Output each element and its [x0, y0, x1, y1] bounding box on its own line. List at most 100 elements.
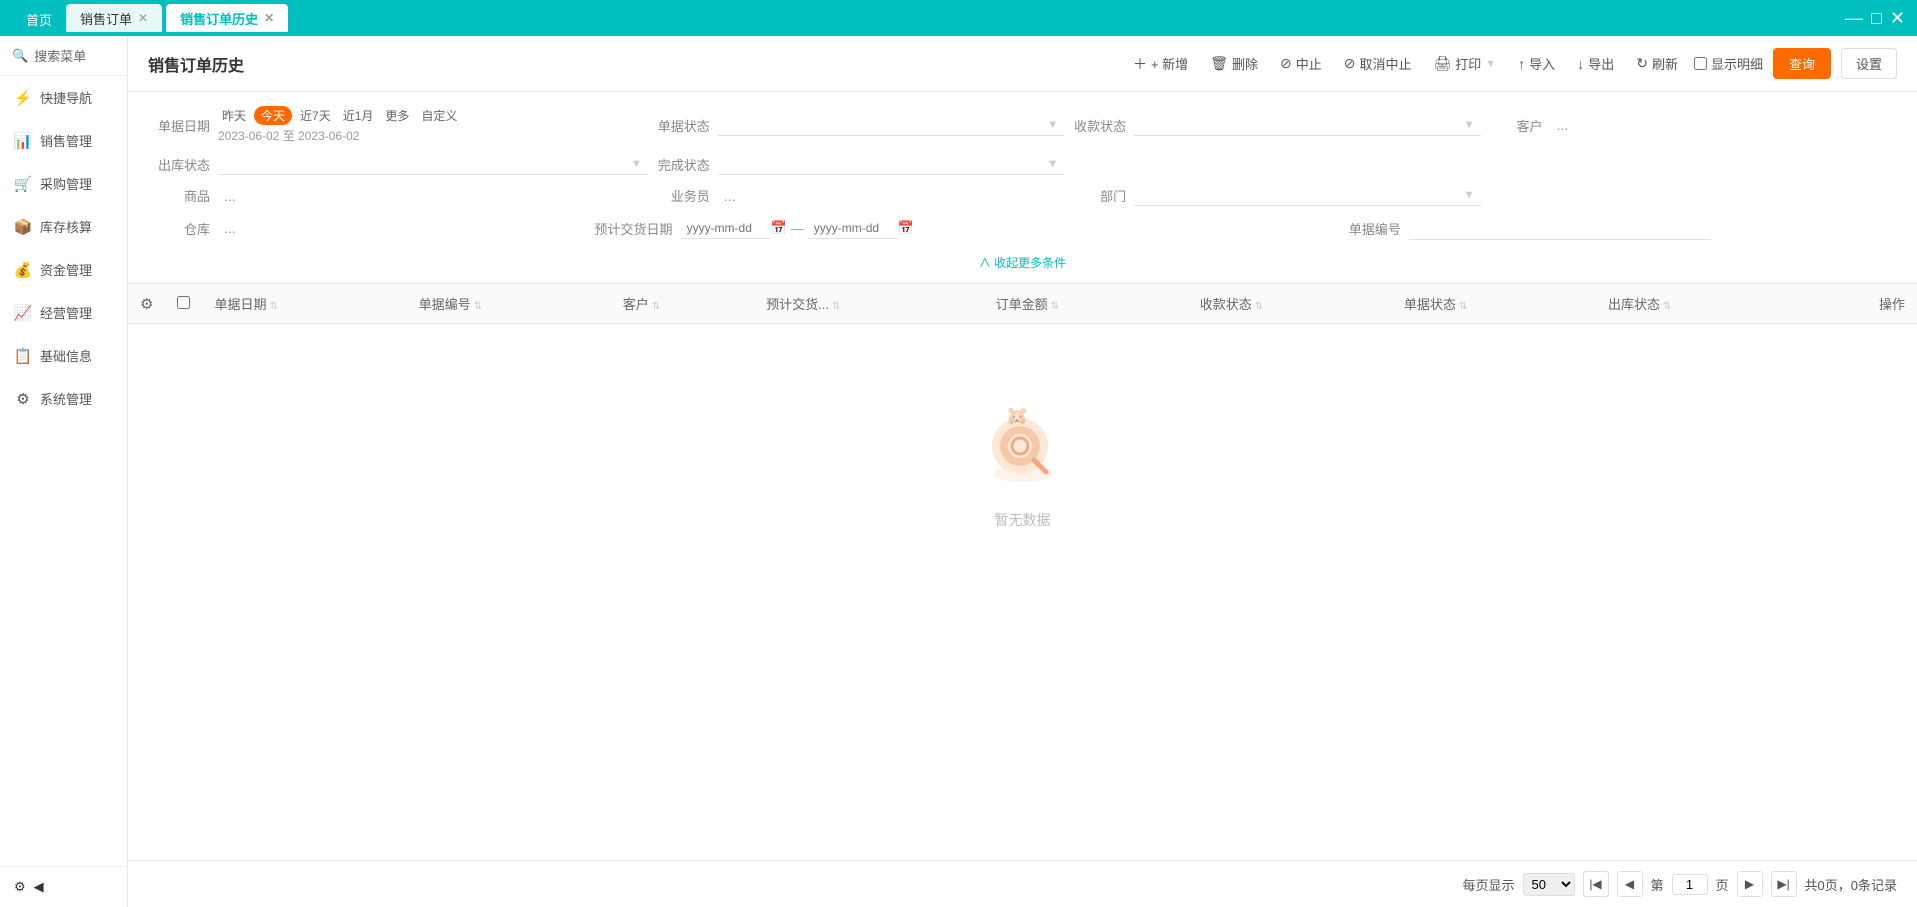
close-icon[interactable]: ✕: [1890, 8, 1905, 29]
prev-page-button[interactable]: ◀: [1617, 871, 1643, 897]
per-page-select[interactable]: 50 10 20 100: [1523, 873, 1575, 896]
bill-status-arrow-icon: ▼: [1047, 119, 1058, 131]
sidebar-item-inventory[interactable]: 📦 库存核算: [0, 205, 127, 248]
sidebar-item-quick-nav[interactable]: ⚡ 快捷导航: [0, 76, 127, 119]
date-7days[interactable]: 近7天: [296, 106, 335, 125]
filter-collapse-button[interactable]: ∧ 收起更多条件: [148, 250, 1897, 275]
warehouse-label: 仓库: [148, 219, 218, 238]
finance-icon: 💰: [14, 261, 32, 279]
new-button[interactable]: ＋ + 新增: [1127, 50, 1194, 78]
sidebar-item-basic[interactable]: 📋 基础信息: [0, 334, 127, 377]
page-input[interactable]: [1672, 874, 1708, 895]
date-custom[interactable]: 自定义: [417, 106, 461, 125]
order-no-input[interactable]: [1409, 216, 1711, 240]
display-detail-checkbox-label[interactable]: 显示明细: [1694, 54, 1763, 73]
sort-date-icon: ⇅: [269, 301, 277, 312]
th-customer[interactable]: 客户⇅: [611, 284, 754, 324]
query-button[interactable]: 查询: [1773, 48, 1831, 79]
filter-order-no: 单据编号: [1339, 216, 1711, 240]
payment-status-select[interactable]: ▼: [1134, 115, 1480, 136]
filter-date: 单据日期 昨天 今天 近7天 近1月 更多 自定义 2023-06-02 至 2…: [148, 106, 648, 144]
inventory-icon: 📦: [14, 218, 32, 236]
th-delivery[interactable]: 预计交货...⇅: [754, 284, 983, 324]
th-no[interactable]: 单据编号⇅: [407, 284, 611, 324]
dept-arrow-icon: ▼: [1464, 189, 1475, 201]
product-dots-button[interactable]: ...: [218, 188, 242, 204]
filter-row-3: 商品 ... 业务员 ... 部门 ▼: [148, 185, 1897, 206]
date-dash: —: [791, 221, 804, 236]
setting-button[interactable]: 设置: [1841, 48, 1897, 79]
salesman-dots-button[interactable]: ...: [718, 188, 742, 204]
print-dropdown-icon[interactable]: ▼: [1485, 58, 1496, 70]
th-checkbox[interactable]: [165, 284, 202, 324]
window-controls: — □ ✕: [1845, 8, 1905, 29]
display-detail-checkbox[interactable]: [1694, 57, 1707, 70]
delete-button[interactable]: 🗑 删除: [1204, 50, 1264, 77]
print-button[interactable]: 🖨 打印 ▼: [1427, 50, 1502, 77]
sort-payment-icon: ⇅: [1255, 301, 1263, 312]
last-page-button[interactable]: ▶|: [1771, 871, 1797, 897]
bill-status-select[interactable]: ▼: [718, 115, 1064, 136]
th-date[interactable]: 单据日期⇅: [202, 284, 406, 324]
filter-out-stock: 出库状态 ▼: [148, 154, 648, 175]
filter-row-1: 单据日期 昨天 今天 近7天 近1月 更多 自定义 2023-06-02 至 2…: [148, 106, 1897, 144]
close-tab-sales-order-history[interactable]: ✕: [264, 11, 274, 25]
delivery-end-input[interactable]: [808, 218, 898, 239]
sidebar-item-operation[interactable]: 📈 经营管理: [0, 291, 127, 334]
pagination: 每页显示 50 10 20 100 |◀ ◀ 第 页 ▶ ▶| 共0页，0条记录: [128, 860, 1917, 907]
cancel-stop-button[interactable]: ⊘ 取消中止: [1338, 50, 1418, 77]
settings-bottom-icon[interactable]: ⚙: [14, 879, 26, 895]
delivery-start-input[interactable]: [681, 218, 771, 239]
select-all-checkbox[interactable]: [177, 296, 190, 309]
close-tab-sales-order[interactable]: ✕: [138, 11, 148, 25]
gear-icon[interactable]: ⚙: [140, 296, 153, 313]
th-amount[interactable]: 订单金额⇅: [984, 284, 1188, 324]
import-button[interactable]: ↑ 导入: [1512, 50, 1561, 77]
sidebar-item-finance[interactable]: 💰 资金管理: [0, 248, 127, 291]
date-yesterday[interactable]: 昨天: [218, 106, 250, 125]
date-quick-select: 昨天 今天 近7天 近1月 更多 自定义: [218, 106, 648, 125]
date-today[interactable]: 今天: [254, 106, 292, 125]
th-gear[interactable]: ⚙: [128, 284, 165, 324]
calendar-start-icon[interactable]: 📅: [771, 220, 787, 236]
next-page-button[interactable]: ▶: [1737, 871, 1763, 897]
system-icon: ⚙: [14, 390, 32, 408]
maximize-icon[interactable]: □: [1871, 8, 1882, 29]
print-icon: 🖨: [1433, 55, 1451, 72]
customer-dots-button[interactable]: ...: [1551, 117, 1575, 133]
warehouse-dots-button[interactable]: ...: [218, 220, 242, 236]
complete-select[interactable]: ▼: [718, 154, 1064, 175]
export-button[interactable]: ↓ 导出: [1571, 50, 1620, 77]
th-out-stock[interactable]: 出库状态⇅: [1596, 284, 1800, 324]
calendar-end-icon[interactable]: 📅: [898, 220, 914, 236]
payment-status-arrow-icon: ▼: [1464, 119, 1475, 131]
sidebar-item-purchase[interactable]: 🛒 采购管理: [0, 162, 127, 205]
empty-icon: 🐹: [978, 404, 1068, 494]
dept-select[interactable]: ▼: [1134, 185, 1480, 206]
date-range-value: 2023-06-02 至 2023-06-02: [218, 127, 648, 144]
main-layout: 🔍 搜索菜单 ⚡ 快捷导航 📊 销售管理 🛒 采购管理 📦 库存核算 💰 资金管…: [0, 36, 1917, 907]
date-more[interactable]: 更多: [381, 106, 413, 125]
product-label: 商品: [148, 186, 218, 205]
stop-button[interactable]: ⊘ 中止: [1274, 50, 1328, 77]
th-payment[interactable]: 收款状态⇅: [1188, 284, 1392, 324]
delete-icon: 🗑: [1210, 55, 1228, 72]
out-stock-select[interactable]: ▼: [218, 154, 648, 175]
tab-sales-order-history[interactable]: 销售订单历史 ✕: [166, 4, 288, 32]
table-header: ⚙ 单据日期⇅ 单据编号⇅ 客户⇅ 预计交货...⇅ 订单金额⇅ 收款状态⇅ 单…: [128, 284, 1917, 324]
tab-sales-order[interactable]: 销售订单 ✕: [66, 4, 162, 32]
sidebar-item-system[interactable]: ⚙ 系统管理: [0, 377, 127, 420]
svg-text:🐹: 🐹: [1006, 406, 1028, 426]
bill-status-label: 单据状态: [648, 116, 718, 135]
sidebar-item-sales[interactable]: 📊 销售管理: [0, 119, 127, 162]
sidebar-search[interactable]: 🔍 搜索菜单: [0, 36, 127, 76]
minimize-icon[interactable]: —: [1845, 8, 1863, 29]
th-bill-status[interactable]: 单据状态⇅: [1392, 284, 1596, 324]
filter-panel: 单据日期 昨天 今天 近7天 近1月 更多 自定义 2023-06-02 至 2…: [128, 92, 1917, 284]
first-page-button[interactable]: |◀: [1583, 871, 1609, 897]
date-1month[interactable]: 近1月: [339, 106, 378, 125]
sort-no-icon: ⇅: [474, 301, 482, 312]
collapse-sidebar-icon[interactable]: ◀: [34, 879, 44, 895]
refresh-button[interactable]: ↻ 刷新: [1630, 50, 1684, 77]
tab-home[interactable]: 首页: [12, 4, 66, 32]
